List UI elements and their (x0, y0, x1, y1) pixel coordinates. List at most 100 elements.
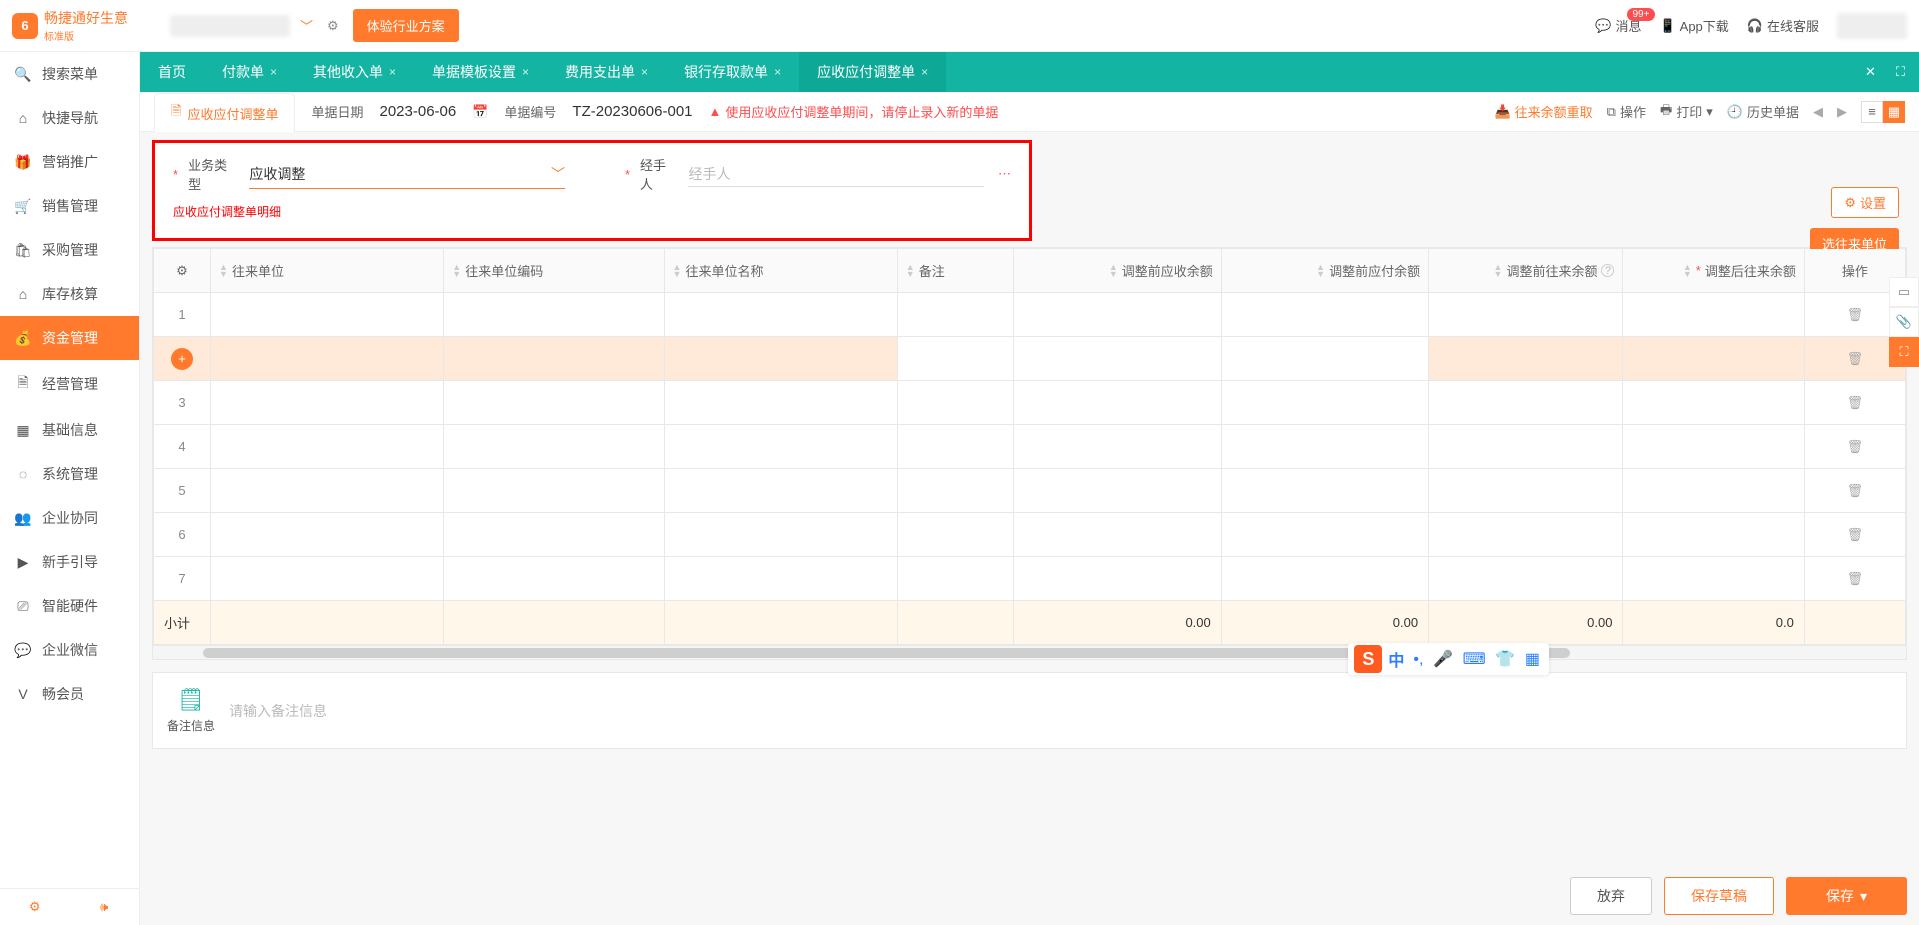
cell-pre-recv[interactable] (1014, 469, 1221, 513)
sidebar-item-vip[interactable]: V畅会员 (0, 672, 139, 716)
cell-unit-code[interactable] (444, 293, 664, 337)
cell-pre-bal[interactable] (1429, 381, 1623, 425)
cell-pre-pay[interactable] (1221, 469, 1428, 513)
close-icon[interactable]: × (774, 65, 781, 79)
ime-shirt-icon[interactable]: 👕 (1495, 651, 1515, 668)
cell-pre-recv[interactable] (1014, 557, 1221, 601)
cell-unit[interactable] (211, 557, 444, 601)
sidebar-item-gift[interactable]: 🎁营销推广 (0, 140, 139, 184)
tab-其他收入单[interactable]: 其他收入单× (295, 52, 414, 92)
col-pre-pay[interactable]: ▲▼调整前应付余额 (1221, 249, 1428, 293)
cell-pre-pay[interactable] (1221, 513, 1428, 557)
cell-pre-pay[interactable] (1221, 381, 1428, 425)
delete-row-button[interactable]: 🗑 (1804, 381, 1905, 425)
ime-grid-icon[interactable]: ▦ (1525, 651, 1540, 668)
cell-unit-name[interactable] (664, 557, 897, 601)
delete-row-button[interactable]: 🗑 (1804, 469, 1905, 513)
cell-unit-code[interactable] (444, 381, 664, 425)
sidebar-item-bag[interactable]: 🛍采购管理 (0, 228, 139, 272)
remark-input[interactable] (229, 703, 1892, 719)
cell-pre-bal[interactable] (1429, 469, 1623, 513)
handler-input[interactable] (688, 162, 984, 187)
cell-unit-name[interactable] (664, 469, 897, 513)
col-unit-code[interactable]: ▲▼往来单位编码 (444, 249, 664, 293)
ime-dot-icon[interactable]: •, (1413, 651, 1423, 668)
cell-remark[interactable] (897, 293, 1014, 337)
cell-unit-code[interactable] (444, 469, 664, 513)
table-row[interactable]: 1🗑 (154, 293, 1906, 337)
cell-pre-bal[interactable] (1429, 337, 1623, 381)
cell-unit-name[interactable] (664, 381, 897, 425)
online-service-button[interactable]: 🎧 在线客服 (1747, 16, 1819, 35)
save-draft-button[interactable]: 保存草稿 (1664, 877, 1774, 915)
sidebar-item-doc[interactable]: 🗎经营管理 (0, 360, 139, 408)
sidebar-item-team[interactable]: 👥企业协同 (0, 496, 139, 540)
cell-post-bal[interactable] (1623, 293, 1804, 337)
cell-pre-pay[interactable] (1221, 557, 1428, 601)
cell-pre-recv[interactable] (1014, 293, 1221, 337)
cell-unit-code[interactable] (444, 513, 664, 557)
cell-post-bal[interactable] (1623, 381, 1804, 425)
cell-remark[interactable] (897, 381, 1014, 425)
cell-pre-pay[interactable] (1221, 337, 1428, 381)
col-post-bal[interactable]: ▲▼*调整后往来余额 (1623, 249, 1804, 293)
app-download-button[interactable]: 📱 App下载 (1659, 16, 1728, 35)
sidebar-item-money[interactable]: 💰资金管理 (0, 316, 139, 360)
table-row[interactable]: 3🗑 (154, 381, 1906, 425)
col-remark[interactable]: ▲▼备注 (897, 249, 1014, 293)
sidebar-item-cart[interactable]: 🛒销售管理 (0, 184, 139, 228)
table-row[interactable]: 4🗑 (154, 425, 1906, 469)
balance-reset-button[interactable]: 📥 往来余额重取 (1494, 102, 1592, 121)
messages-button[interactable]: 💬 消息 99+ (1595, 16, 1641, 35)
cell-pre-recv[interactable] (1014, 381, 1221, 425)
print-button[interactable]: 🖶 打印 ▾ (1660, 101, 1713, 123)
table-row[interactable]: 6🗑 (154, 513, 1906, 557)
cell-unit-name[interactable] (664, 513, 897, 557)
delete-row-button[interactable]: 🗑 (1804, 513, 1905, 557)
float-expand-icon[interactable]: ⛶ (1889, 337, 1919, 367)
cell-pre-bal[interactable] (1429, 293, 1623, 337)
fullscreen-icon[interactable]: ⛶ (1890, 58, 1911, 86)
tab-银行存取款单[interactable]: 银行存取款单× (666, 52, 799, 92)
ime-mic-icon[interactable]: 🎤 (1433, 651, 1453, 668)
prev-icon[interactable]: ◀ (1813, 104, 1823, 120)
add-row-button[interactable]: + (171, 348, 193, 370)
user-avatar-blurred[interactable] (1837, 13, 1907, 39)
sidebar-item-sys[interactable]: ◌系统管理 (0, 452, 139, 496)
cell-unit[interactable] (211, 425, 444, 469)
cell-pre-pay[interactable] (1221, 293, 1428, 337)
sidebar-item-search[interactable]: 🔍搜索菜单 (0, 52, 139, 96)
cell-unit-name[interactable] (664, 425, 897, 469)
history-button[interactable]: 🕘 历史单据 (1727, 102, 1799, 121)
cell-remark[interactable] (897, 557, 1014, 601)
cell-unit-name[interactable] (664, 293, 897, 337)
table-row[interactable]: 5🗑 (154, 469, 1906, 513)
cell-post-bal[interactable] (1623, 337, 1804, 381)
tab-应收应付调整单[interactable]: 应收应付调整单× (799, 52, 946, 92)
more-icon[interactable]: ⋯ (998, 166, 1011, 182)
cell-pre-recv[interactable] (1014, 513, 1221, 557)
cell-unit[interactable] (211, 337, 444, 381)
operate-button[interactable]: ⧉ 操作 (1607, 102, 1646, 121)
save-button[interactable]: 保存 ▾ (1786, 877, 1907, 915)
ime-lang[interactable]: 中 (1388, 647, 1404, 671)
float-attachment-icon[interactable]: 📎 (1889, 307, 1919, 337)
view-list-icon[interactable]: ≡ (1861, 101, 1883, 123)
sidebar-collapse-icon[interactable]: ⚙ (0, 889, 70, 925)
tab-单据模板设置[interactable]: 单据模板设置× (414, 52, 547, 92)
col-pre-recv[interactable]: ▲▼调整前应收余额 (1014, 249, 1221, 293)
cell-post-bal[interactable] (1623, 425, 1804, 469)
cell-unit-name[interactable] (664, 337, 897, 381)
cell-unit-code[interactable] (444, 425, 664, 469)
close-icon[interactable]: × (270, 65, 277, 79)
sidebar-item-robot[interactable]: ⎚智能硬件 (0, 584, 139, 628)
tab-费用支出单[interactable]: 费用支出单× (547, 52, 666, 92)
sidebar-item-guide[interactable]: ▶新手引导 (0, 540, 139, 584)
sidebar-item-home[interactable]: ⌂快捷导航 (0, 96, 139, 140)
cell-remark[interactable] (897, 425, 1014, 469)
try-industry-button[interactable]: 体验行业方案 (353, 9, 459, 42)
close-icon[interactable]: × (921, 65, 928, 79)
org-selector[interactable]: ﹀ (170, 15, 313, 37)
next-icon[interactable]: ▶ (1837, 104, 1847, 120)
cell-pre-bal[interactable] (1429, 513, 1623, 557)
